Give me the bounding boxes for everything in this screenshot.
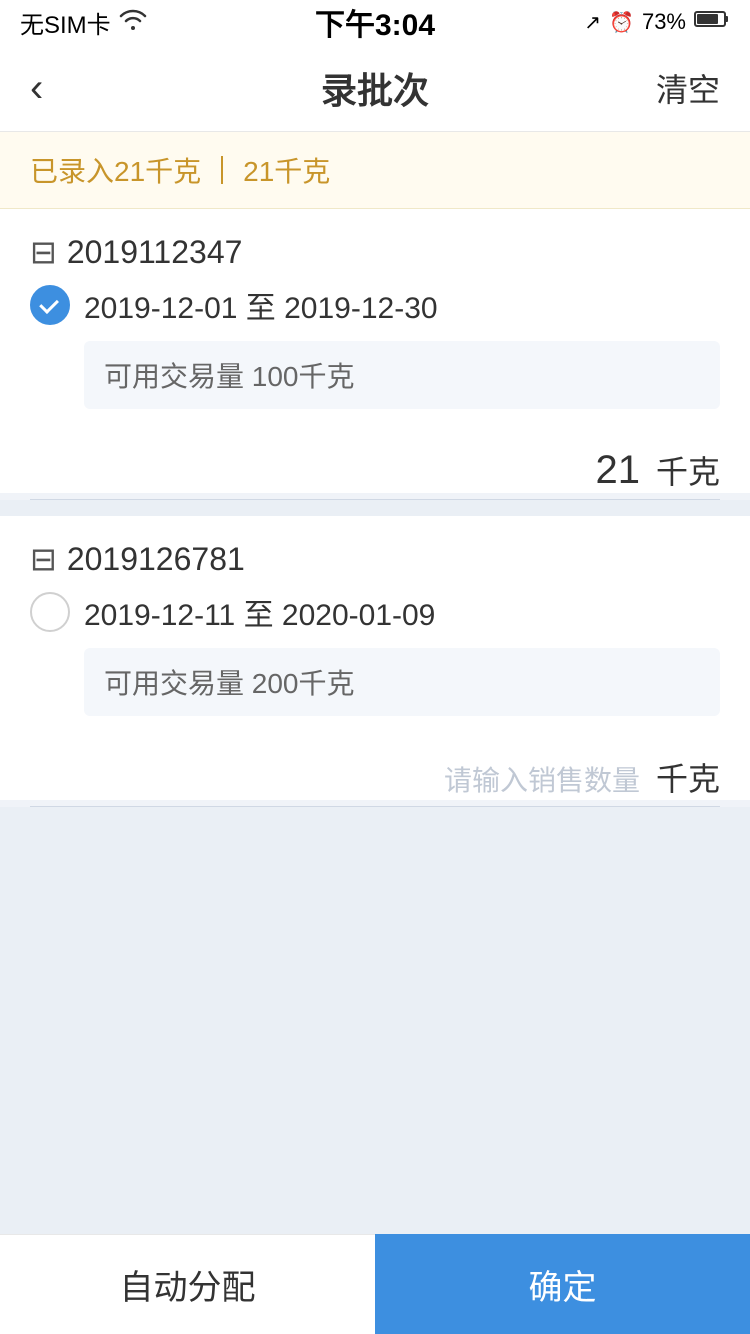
quantity-input-2[interactable] [125, 755, 640, 800]
auto-distribute-button[interactable]: 自动分配 [0, 1234, 375, 1334]
avail-box-2: 可用交易量 200千克 [84, 648, 720, 716]
info-banner: 已录入21千克 21千克 [0, 132, 750, 209]
batch-id-1: 2019112347 [67, 234, 243, 271]
nav-bar: ‹ 录批次 清空 [0, 44, 750, 132]
info-divider [221, 156, 223, 184]
recorded-value: 21千克 [243, 150, 330, 190]
carrier-label: 无SIM卡 [20, 5, 111, 40]
battery-label: 73% [642, 9, 686, 35]
wifi-icon [119, 8, 147, 37]
location-icon: ↗ [584, 10, 601, 35]
batch-date-1: 2019-12-01 至 2019-12-30 [84, 283, 438, 327]
batch-date-row-2: 2019-12-11 至 2020-01-09 [30, 590, 720, 634]
batch-item-2[interactable]: ⊟ 2019126781 2019-12-11 至 2020-01-09 可用交… [0, 516, 750, 736]
status-bar: 无SIM卡 下午3:04 ↗ ⏰ 73% [0, 0, 750, 44]
back-button[interactable]: ‹ [30, 68, 43, 108]
confirm-button[interactable]: 确定 [375, 1234, 750, 1334]
page-title: 录批次 [321, 62, 429, 114]
quantity-row-2: 千克 [0, 736, 750, 800]
unit-label-1: 千克 [656, 447, 720, 493]
batch-header-1: ⊟ 2019112347 [30, 233, 720, 271]
batch-item-1[interactable]: ⊟ 2019112347 2019-12-01 至 2019-12-30 可用交… [0, 209, 750, 429]
quantity-row-1: 千克 [0, 429, 750, 493]
avail-box-1: 可用交易量 100千克 [84, 341, 720, 409]
batch-header-2: ⊟ 2019126781 [30, 540, 720, 578]
content-area: 已录入21千克 21千克 ⊟ 2019112347 2019-12-01 至 2… [0, 132, 750, 1247]
separator-1 [0, 500, 750, 516]
radio-1[interactable] [30, 285, 70, 325]
batch-id-2: 2019126781 [67, 541, 245, 578]
bottom-bar: 自动分配 确定 [0, 1234, 750, 1334]
alarm-icon: ⏰ [609, 10, 634, 35]
doc-icon-1: ⊟ [30, 233, 57, 271]
radio-2[interactable] [30, 592, 70, 632]
recorded-label: 已录入21千克 [30, 150, 201, 190]
doc-icon-2: ⊟ [30, 540, 57, 578]
empty-area [0, 807, 750, 1247]
status-left: 无SIM卡 [20, 5, 147, 40]
battery-icon [694, 9, 730, 35]
batch-date-row-1: 2019-12-01 至 2019-12-30 [30, 283, 720, 327]
quantity-input-1[interactable] [125, 448, 640, 493]
batch-date-2: 2019-12-11 至 2020-01-09 [84, 590, 435, 634]
unit-label-2: 千克 [656, 754, 720, 800]
clear-button[interactable]: 清空 [656, 65, 720, 111]
status-right: ↗ ⏰ 73% [584, 9, 730, 35]
status-time: 下午3:04 [315, 0, 435, 44]
